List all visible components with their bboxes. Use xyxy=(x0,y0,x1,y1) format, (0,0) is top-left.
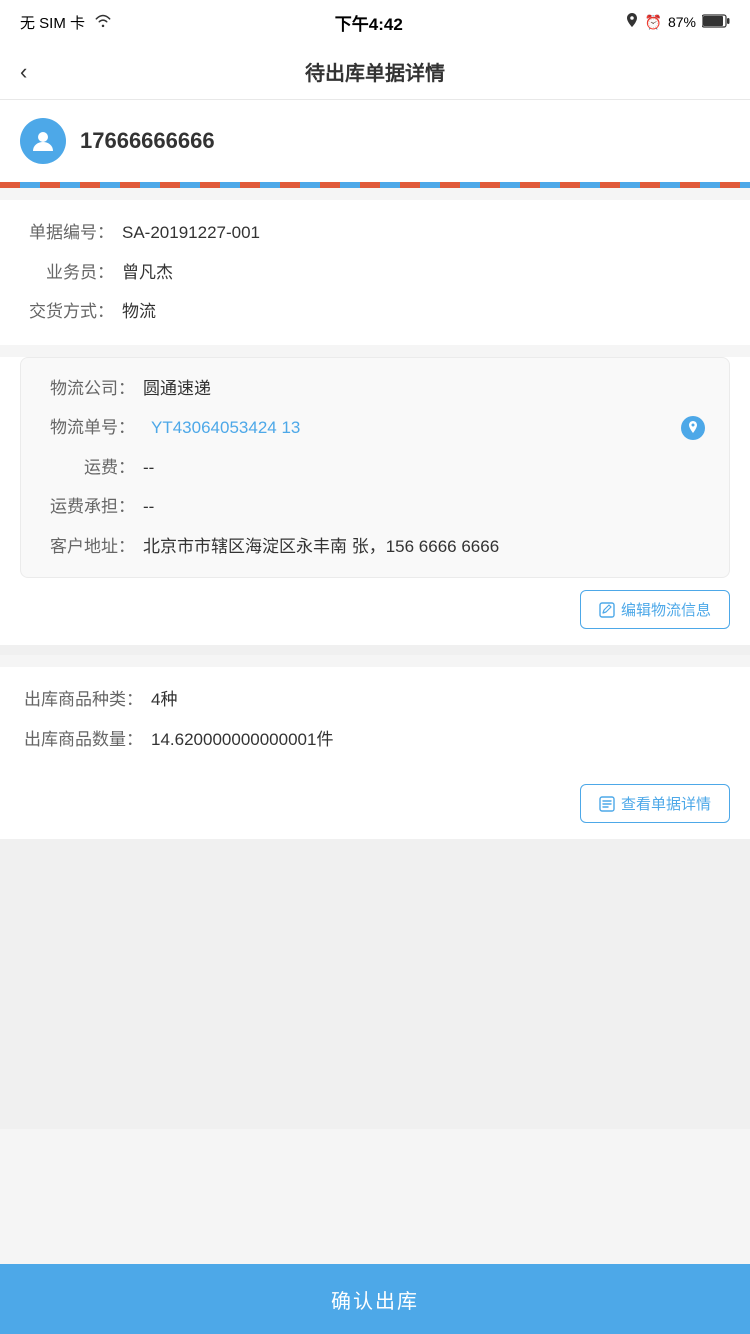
stats-section: 出库商品种类： 4种 出库商品数量： 14.620000000000001件 xyxy=(0,667,750,772)
dashed-divider xyxy=(0,182,750,188)
location-status-icon xyxy=(625,13,639,32)
carrier-text: 无 SIM 卡 xyxy=(20,12,85,33)
customer-header: 17666666666 xyxy=(0,100,750,182)
view-details-row: 查看单据详情 xyxy=(0,772,750,839)
freight-bearer-row: 运费承担： -- xyxy=(45,494,705,520)
section-divider-2 xyxy=(0,839,750,849)
tracking-number-row: 物流单号： YT43064053424 13 xyxy=(45,415,705,441)
product-qty-value: 14.620000000000001件 xyxy=(151,727,726,753)
edit-logistics-button[interactable]: 编辑物流信息 xyxy=(580,590,730,629)
location-icon[interactable] xyxy=(681,416,705,440)
order-number-row: 单据编号： SA-20191227-001 xyxy=(24,220,726,246)
freight-bearer-label: 运费承担： xyxy=(45,494,135,520)
address-label: 客户地址： xyxy=(45,534,135,560)
address-row: 客户地址： 北京市市辖区海淀区永丰南 张，156 6666 6666 xyxy=(45,534,705,560)
status-bar: 无 SIM 卡 下午4:42 ⏰ 87% xyxy=(0,0,750,44)
freight-bearer-value: -- xyxy=(143,494,705,520)
edit-logistics-label: 编辑物流信息 xyxy=(621,599,711,620)
freight-row: 运费： -- xyxy=(45,455,705,481)
logistics-section: 物流公司： 圆通速递 物流单号： YT43064053424 13 运费： --… xyxy=(20,357,730,579)
confirm-button[interactable]: 确认出库 xyxy=(331,1285,419,1314)
alarm-icon: ⏰ xyxy=(645,14,662,31)
status-time: 下午4:42 xyxy=(335,10,403,35)
back-button[interactable]: ‹ xyxy=(12,51,35,93)
tracking-value: YT43064053424 13 xyxy=(151,415,673,441)
product-type-value: 4种 xyxy=(151,687,726,713)
nav-bar: ‹ 待出库单据详情 xyxy=(0,44,750,100)
logistics-company-label: 物流公司： xyxy=(45,376,135,402)
battery-icon xyxy=(702,14,730,31)
salesman-label: 业务员： xyxy=(24,260,114,286)
product-qty-label: 出库商品数量： xyxy=(24,727,143,753)
avatar xyxy=(20,118,66,164)
view-details-button[interactable]: 查看单据详情 xyxy=(580,784,730,823)
status-left: 无 SIM 卡 xyxy=(20,12,113,33)
product-type-row: 出库商品种类： 4种 xyxy=(24,687,726,713)
view-details-label: 查看单据详情 xyxy=(621,793,711,814)
status-right: ⏰ 87% xyxy=(625,13,730,32)
address-value: 北京市市辖区海淀区永丰南 张，156 6666 6666 xyxy=(143,534,705,560)
order-number-label: 单据编号： xyxy=(24,220,114,246)
logistics-company-value: 圆通速递 xyxy=(143,376,705,402)
salesman-row: 业务员： 曾凡杰 xyxy=(24,260,726,286)
product-type-label: 出库商品种类： xyxy=(24,687,143,713)
confirm-section: 确认出库 xyxy=(0,1264,750,1334)
product-qty-row: 出库商品数量： 14.620000000000001件 xyxy=(24,727,726,753)
content-spacer xyxy=(0,849,750,1129)
edit-logistics-row: 编辑物流信息 xyxy=(0,578,750,645)
wifi-icon xyxy=(93,13,113,32)
logistics-company-row: 物流公司： 圆通速递 xyxy=(45,376,705,402)
freight-value: -- xyxy=(143,455,705,481)
section-divider-1 xyxy=(0,645,750,655)
freight-label: 运费： xyxy=(45,455,135,481)
tracking-label: 物流单号： xyxy=(45,415,135,441)
delivery-value: 物流 xyxy=(122,299,726,325)
delivery-row: 交货方式： 物流 xyxy=(24,299,726,325)
delivery-label: 交货方式： xyxy=(24,299,114,325)
order-number-value: SA-20191227-001 xyxy=(122,220,726,246)
order-info-section: 单据编号： SA-20191227-001 业务员： 曾凡杰 交货方式： 物流 xyxy=(0,200,750,345)
salesman-value: 曾凡杰 xyxy=(122,260,726,286)
customer-phone: 17666666666 xyxy=(80,128,215,154)
battery-text: 87% xyxy=(668,14,696,30)
page-title: 待出库单据详情 xyxy=(305,57,445,86)
